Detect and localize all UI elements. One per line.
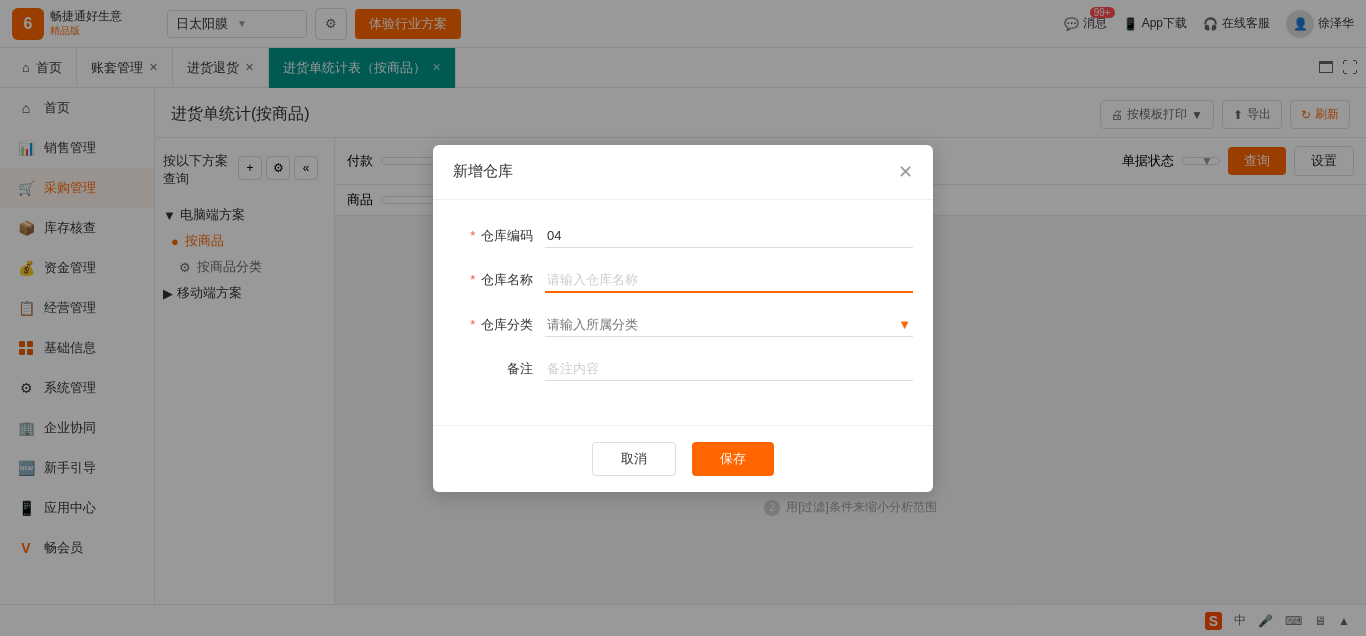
new-warehouse-dialog: 新增仓库 ✕ * 仓库编码 * 仓库名称 — [433, 145, 933, 492]
remark-label: 备注 — [453, 360, 533, 378]
dialog-title: 新增仓库 — [453, 162, 513, 181]
category-dropdown-icon[interactable]: ▼ — [898, 317, 911, 332]
category-label: * 仓库分类 — [453, 316, 533, 334]
category-select[interactable]: ▼ — [545, 313, 913, 337]
form-row-remark: 备注 — [453, 357, 913, 381]
dialog-close-icon[interactable]: ✕ — [898, 161, 913, 183]
name-input[interactable] — [545, 268, 913, 293]
form-row-name: * 仓库名称 — [453, 268, 913, 293]
required-star-category: * — [470, 317, 475, 332]
dialog-body: * 仓库编码 * 仓库名称 * 仓库分类 — [433, 200, 933, 425]
name-label: * 仓库名称 — [453, 271, 533, 289]
dialog-header: 新增仓库 ✕ — [433, 145, 933, 200]
remark-input[interactable] — [545, 357, 913, 381]
code-input[interactable] — [545, 224, 913, 248]
category-input[interactable] — [547, 317, 898, 332]
dialog-footer: 取消 保存 — [433, 425, 933, 492]
cancel-button[interactable]: 取消 — [592, 442, 676, 476]
save-button[interactable]: 保存 — [692, 442, 774, 476]
form-row-category: * 仓库分类 ▼ — [453, 313, 913, 337]
code-label: * 仓库编码 — [453, 227, 533, 245]
required-star-code: * — [470, 228, 475, 243]
dialog-overlay: 新增仓库 ✕ * 仓库编码 * 仓库名称 — [0, 0, 1366, 636]
form-row-code: * 仓库编码 — [453, 224, 913, 248]
required-star-name: * — [470, 272, 475, 287]
